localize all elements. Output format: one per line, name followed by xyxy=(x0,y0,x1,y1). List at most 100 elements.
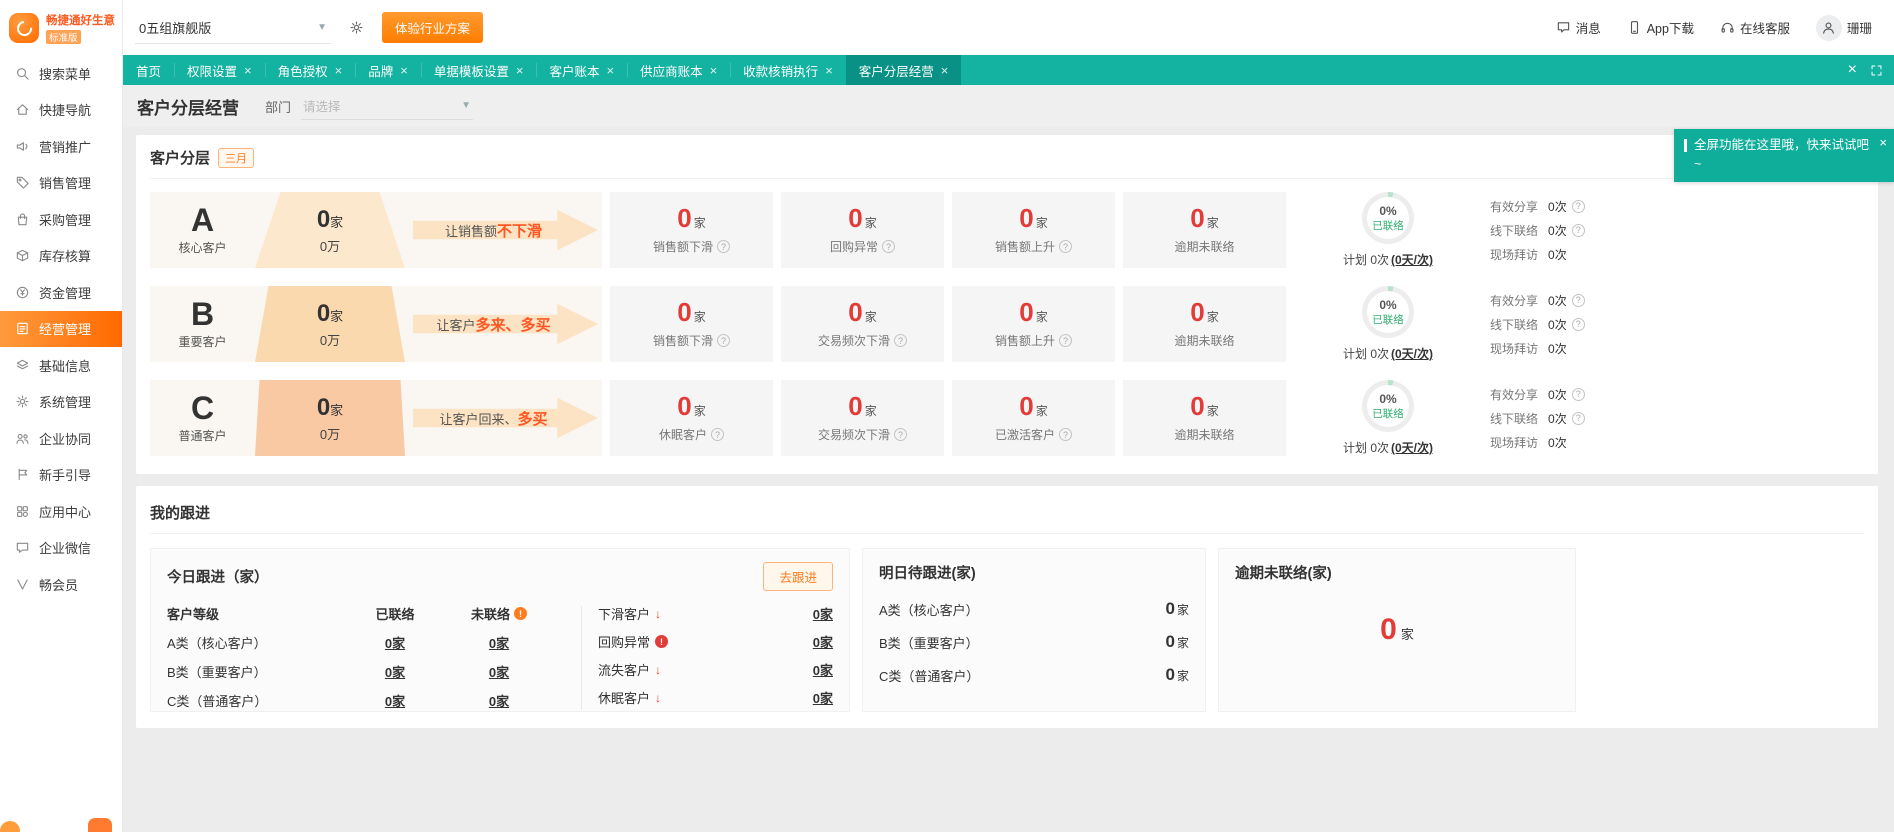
my-followup-card: 我的跟进 今日跟进（家） 去跟进 客户等级 已联络 未联络 ! A类（核心客户）… xyxy=(136,486,1878,728)
app-download-button[interactable]: App下载 xyxy=(1627,18,1694,37)
contacted-count-link[interactable]: 0家 xyxy=(343,691,447,710)
layers-icon xyxy=(16,359,29,370)
plan-frequency-link[interactable]: (0天/次) xyxy=(1391,347,1433,361)
help-icon[interactable] xyxy=(1571,199,1585,213)
settings-gear-button[interactable] xyxy=(349,20,364,35)
sidebar-item-sales[interactable]: 销售管理 xyxy=(0,165,122,202)
tab-permission-settings[interactable]: 权限设置 × xyxy=(174,55,265,85)
uncontacted-count-link[interactable]: 0家 xyxy=(447,662,551,681)
help-icon[interactable] xyxy=(882,240,895,253)
sidebar-item-label: 基础信息 xyxy=(39,358,92,374)
help-icon[interactable] xyxy=(1571,293,1585,307)
help-icon[interactable] xyxy=(1059,240,1072,253)
sidebar-item-app-center[interactable]: 应用中心 xyxy=(0,493,122,530)
sidebar-item-search-menu[interactable]: 搜索菜单 xyxy=(0,55,122,92)
phone-icon xyxy=(1630,21,1638,34)
close-icon[interactable]: × xyxy=(244,64,252,77)
help-icon[interactable] xyxy=(717,334,730,347)
messages-button[interactable]: 消息 xyxy=(1556,18,1601,37)
sidebar-item-system[interactable]: 系统管理 xyxy=(0,384,122,421)
alert-item: 休眠客户 ↓ 0家 xyxy=(598,688,833,707)
help-icon[interactable] xyxy=(1059,428,1072,441)
help-icon[interactable] xyxy=(1571,223,1585,237)
sidebar-item-collaboration[interactable]: 企业协同 xyxy=(0,420,122,457)
sidebar-item-label: 资金管理 xyxy=(39,285,92,301)
tab-customer-segment[interactable]: 客户分层经营 × xyxy=(845,55,962,85)
close-icon[interactable]: × xyxy=(606,64,614,77)
box-icon xyxy=(16,250,29,262)
close-icon[interactable]: × xyxy=(941,64,949,77)
close-icon[interactable]: × xyxy=(1879,133,1887,153)
plan-frequency-link[interactable]: (0天/次) xyxy=(1391,441,1433,455)
people-icon xyxy=(16,433,29,444)
floating-widget[interactable] xyxy=(88,818,112,832)
uncontacted-count-link[interactable]: 0家 xyxy=(447,691,551,710)
tab-receipt-writeoff[interactable]: 收款核销执行 × xyxy=(730,55,846,85)
sidebar-item-quick-nav[interactable]: 快捷导航 xyxy=(0,92,122,129)
sidebar-item-guide[interactable]: 新手引导 xyxy=(0,457,122,494)
tab-role-auth[interactable]: 角色授权 × xyxy=(264,55,356,85)
close-all-tabs-icon[interactable]: × xyxy=(1848,62,1857,78)
help-icon[interactable] xyxy=(1059,334,1072,347)
alert-count-link[interactable]: 0家 xyxy=(813,604,833,623)
contacted-count-link[interactable]: 0家 xyxy=(343,633,447,652)
down-arrow-icon: ↓ xyxy=(655,662,662,677)
uncontacted-count-link[interactable]: 0家 xyxy=(447,633,551,652)
help-icon[interactable] xyxy=(711,428,724,441)
tab-label: 单据模板设置 xyxy=(433,64,509,79)
sidebar-item-label: 营销推广 xyxy=(39,139,92,155)
sidebar-item-business[interactable]: 经营管理 xyxy=(0,310,122,347)
gear-icon xyxy=(16,395,29,408)
alert-count-link[interactable]: 0家 xyxy=(813,660,833,679)
close-icon[interactable]: × xyxy=(400,64,408,77)
content: 全屏功能在这里哦，快来试试吧~ × 客户分层 三月 A 核心客户 0家 0万 让… xyxy=(123,127,1894,832)
sidebar-item-funds[interactable]: 资金管理 xyxy=(0,274,122,311)
app-logo: 畅捷通好生意 标准版 xyxy=(0,0,122,55)
tier-name: 核心客户 xyxy=(178,241,227,255)
sidebar-item-marketing[interactable]: 营销推广 xyxy=(0,128,122,165)
help-icon[interactable] xyxy=(894,334,907,347)
dept-select[interactable]: 请选择 ▼ xyxy=(301,92,474,120)
sidebar-item-base-info[interactable]: 基础信息 xyxy=(0,347,122,384)
contacted-count-link[interactable]: 0家 xyxy=(343,662,447,681)
tab-doc-template-settings[interactable]: 单据模板设置 × xyxy=(420,55,537,85)
close-icon[interactable]: × xyxy=(516,64,524,77)
member-v-icon xyxy=(17,579,28,590)
price-tag-icon xyxy=(16,177,29,189)
workspace-select[interactable]: 0五组旗舰版 ▼ xyxy=(135,12,331,44)
help-icon[interactable] xyxy=(894,428,907,441)
tab-supplier-ledger[interactable]: 供应商账本 × xyxy=(627,55,730,85)
fullscreen-icon[interactable] xyxy=(1870,64,1883,77)
user-menu[interactable]: 珊珊 xyxy=(1815,14,1872,41)
close-icon[interactable]: × xyxy=(335,64,343,77)
try-industry-solution-button[interactable]: 体验行业方案 xyxy=(382,12,484,43)
sidebar-item-wecom[interactable]: 企业微信 xyxy=(0,530,122,567)
tab-brand[interactable]: 品牌 × xyxy=(355,55,421,85)
help-icon[interactable] xyxy=(1571,387,1585,401)
gear-icon xyxy=(350,21,363,34)
tier-slogan-arrow: 让客户回来、多买 xyxy=(405,380,602,456)
message-icon xyxy=(1557,22,1569,33)
online-service-button[interactable]: 在线客服 xyxy=(1720,18,1790,37)
slogan-highlight: 多买 xyxy=(517,410,548,428)
help-icon[interactable] xyxy=(1571,317,1585,331)
help-icon[interactable] xyxy=(717,240,730,253)
sidebar-item-purchase[interactable]: 采购管理 xyxy=(0,201,122,238)
help-icon[interactable] xyxy=(1571,411,1585,425)
segment-card-title: 客户分层 xyxy=(150,150,211,167)
tier-stat: 0家 逾期未联络 xyxy=(1123,192,1286,268)
sidebar-item-inventory[interactable]: 库存核算 xyxy=(0,238,122,275)
close-icon[interactable]: × xyxy=(825,64,833,77)
sidebar-item-member[interactable]: 畅会员 xyxy=(0,566,122,603)
alert-count-link[interactable]: 0家 xyxy=(813,632,833,651)
tier-stat: 0家 休眠客户 xyxy=(610,380,773,456)
tab-customer-ledger[interactable]: 客户账本 × xyxy=(536,55,627,85)
tab-home[interactable]: 首页 xyxy=(123,55,174,85)
tier-letter: A xyxy=(190,202,215,238)
fullscreen-tip-banner: 全屏功能在这里哦，快来试试吧~ × xyxy=(1674,129,1894,182)
go-followup-button[interactable]: 去跟进 xyxy=(763,562,833,591)
tier-row-c: C 普通客户 0家 0万 让客户回来、多买 0家 休眠客户 ? 0 家 交易频次… xyxy=(150,380,1864,456)
alert-count-link[interactable]: 0家 xyxy=(813,688,833,707)
plan-frequency-link[interactable]: (0天/次) xyxy=(1391,253,1433,267)
close-icon[interactable]: × xyxy=(710,64,718,77)
